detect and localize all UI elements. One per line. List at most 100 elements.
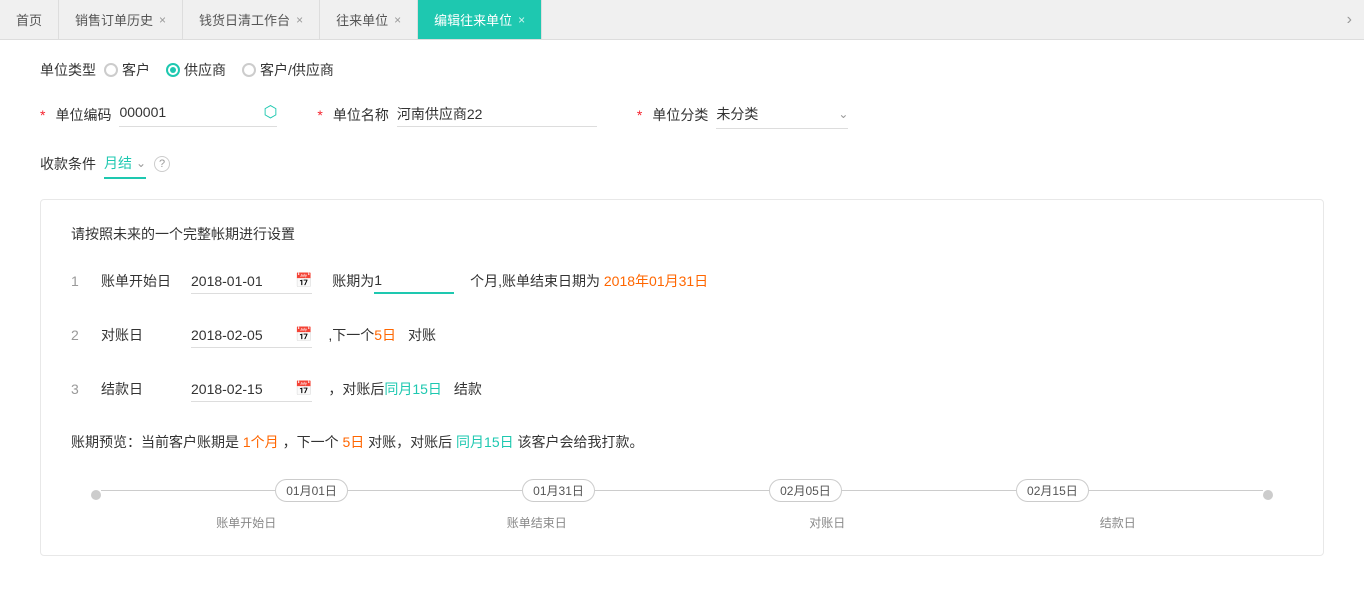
preview-part3: 同月15日 <box>456 434 514 450</box>
help-icon[interactable]: ? <box>154 156 170 172</box>
payment-terms-select[interactable]: 月结 ⌄ <box>104 149 146 179</box>
start-date-input-wrap: 📅 <box>191 268 312 294</box>
period-label-2: 对账日 <box>101 325 191 345</box>
timeline-wrap: 01月01日 01月31日 02月05日 02月15日 <box>71 479 1293 531</box>
close-sales-history-icon[interactable]: × <box>159 13 166 27</box>
timeline-seg-4 <box>842 490 1016 491</box>
unit-type-group: 单位类型 客户 供应商 客户/供应商 <box>40 60 334 80</box>
radio-supplier-circle <box>166 63 180 77</box>
reconcile-date-input[interactable] <box>191 327 291 343</box>
preview-text: 账期预览：当前客户账期是 1个月 ，下一个 5日 对账，对账后 同月15日 该客… <box>71 430 1293 455</box>
radio-supplier-label: 供应商 <box>184 60 226 80</box>
period-label-1: 账单开始日 <box>101 271 191 291</box>
start-date-cal-icon[interactable]: 📅 <box>295 272 312 289</box>
payment-day-highlight: 同月15日 <box>384 379 442 399</box>
radio-customer[interactable]: 客户 <box>104 60 150 80</box>
unit-name-label: 单位名称 <box>333 105 389 125</box>
preview-sep2: 对账，对账后 <box>368 434 452 450</box>
period-num-2: 2 <box>71 327 101 343</box>
unit-category-required: * <box>637 107 642 123</box>
timeline-end-dot <box>1263 490 1273 500</box>
unit-details-row: * 单位编码 ⬡ * 单位名称 * 单位分类 未分类 ⌄ <box>40 100 1324 129</box>
tab-partner-units[interactable]: 往来单位 × <box>320 0 418 39</box>
period-row1-suffix: 账期为 <box>324 271 374 291</box>
tab-sales-history[interactable]: 销售订单历史 × <box>59 0 183 39</box>
tab-home[interactable]: 首页 <box>0 0 59 39</box>
timeline-label-1: 账单开始日 <box>101 514 392 531</box>
tab-cash-ledger-label: 钱货日清工作台 <box>199 10 290 29</box>
start-date-input[interactable] <box>191 273 291 289</box>
preview-suffix: 该客户会给我打款。 <box>518 434 644 450</box>
payment-terms-row: 收款条件 月结 ⌄ ? <box>40 149 1324 179</box>
period-title: 请按照未来的一个完整帐期进行设置 <box>71 224 1293 244</box>
timeline-label-2: 账单结束日 <box>392 514 683 531</box>
close-partner-units-icon[interactable]: × <box>394 13 401 27</box>
unit-code-input[interactable] <box>119 104 259 120</box>
reconcile-day-highlight: 5日 <box>374 325 396 345</box>
timeline-badge-1: 01月01日 <box>275 479 348 502</box>
copy-icon[interactable]: ⬡ <box>263 102 277 122</box>
timeline-seg-5 <box>1089 490 1263 491</box>
radio-both-label: 客户/供应商 <box>260 60 334 80</box>
unit-category-value: 未分类 <box>716 104 758 124</box>
tab-edit-partner[interactable]: 编辑往来单位 × <box>418 0 542 39</box>
tab-bar: 首页 销售订单历史 × 钱货日清工作台 × 往来单位 × 编辑往来单位 × › <box>0 0 1364 40</box>
unit-category-select[interactable]: 未分类 ⌄ <box>716 100 848 129</box>
radio-supplier[interactable]: 供应商 <box>166 60 226 80</box>
unit-category-arrow-icon: ⌄ <box>838 107 848 121</box>
preview-part1: 1个月 <box>243 434 279 450</box>
close-edit-partner-icon[interactable]: × <box>518 13 525 27</box>
unit-code-label: 单位编码 <box>55 105 111 125</box>
unit-name-input[interactable] <box>397 102 597 127</box>
period-num-3: 3 <box>71 381 101 397</box>
unit-type-radio-group: 客户 供应商 客户/供应商 <box>104 60 334 80</box>
radio-both[interactable]: 客户/供应商 <box>242 60 334 80</box>
timeline-seg-1 <box>101 490 275 491</box>
months-input[interactable] <box>374 268 454 294</box>
unit-category-label: 单位分类 <box>652 105 708 125</box>
payment-date-input-wrap: 📅 <box>191 376 312 402</box>
payment-terms-group: 收款条件 月结 ⌄ ? <box>40 149 170 179</box>
timeline-badge-3: 02月05日 <box>769 479 842 502</box>
radio-both-circle <box>242 63 256 77</box>
timeline-node-2: 01月31日 <box>522 479 595 502</box>
timeline-label-4: 结款日 <box>973 514 1264 531</box>
timeline-node-1: 01月01日 <box>275 479 348 502</box>
period-settings-box: 请按照未来的一个完整帐期进行设置 1 账单开始日 📅 账期为 个月,账单结束日期… <box>40 199 1324 556</box>
page-content: 单位类型 客户 供应商 客户/供应商 * 单位编码 <box>0 40 1364 608</box>
tab-edit-partner-label: 编辑往来单位 <box>434 10 512 29</box>
period-row2-suffix: 对账 <box>408 325 436 345</box>
period-num-1: 1 <box>71 273 101 289</box>
timeline-node-3: 02月05日 <box>769 479 842 502</box>
unit-code-input-wrap: ⬡ <box>119 102 277 127</box>
tab-sales-history-label: 销售订单历史 <box>75 10 153 29</box>
end-date-highlight: 2018年01月31日 <box>604 271 708 291</box>
period-row-2: 2 对账日 📅 ,下一个 5日 对账 <box>71 322 1293 348</box>
tab-home-label: 首页 <box>16 10 42 29</box>
close-cash-ledger-icon[interactable]: × <box>296 13 303 27</box>
tab-cash-ledger[interactable]: 钱货日清工作台 × <box>183 0 320 39</box>
unit-type-row: 单位类型 客户 供应商 客户/供应商 <box>40 60 1324 80</box>
unit-name-required: * <box>317 107 322 123</box>
reconcile-date-cal-icon[interactable]: 📅 <box>295 326 312 343</box>
timeline-seg-3 <box>595 490 769 491</box>
payment-date-input[interactable] <box>191 381 291 397</box>
preview-part2: 5日 <box>342 434 364 450</box>
period-row-3: 3 结款日 📅 ，对账后 同月15日 结款 <box>71 376 1293 402</box>
payment-date-cal-icon[interactable]: 📅 <box>295 380 312 397</box>
payment-terms-label: 收款条件 <box>40 154 96 174</box>
unit-code-group: * 单位编码 ⬡ <box>40 102 277 127</box>
radio-customer-label: 客户 <box>122 60 150 80</box>
timeline-badge-4: 02月15日 <box>1016 479 1089 502</box>
timeline-badge-2: 01月31日 <box>522 479 595 502</box>
period-row3-suffix: 结款 <box>454 379 482 399</box>
tab-overflow-arrow[interactable]: › <box>1335 0 1364 39</box>
tab-partner-units-label: 往来单位 <box>336 10 388 29</box>
payment-terms-arrow-icon: ⌄ <box>136 156 146 170</box>
unit-code-required: * <box>40 107 45 123</box>
period-row-1: 1 账单开始日 📅 账期为 个月,账单结束日期为 2018年01月31日 <box>71 268 1293 294</box>
months-unit: 个月,账单结束日期为 <box>466 271 604 291</box>
payment-terms-value: 月结 <box>104 153 132 173</box>
period-row3-prefix: ，对账后 <box>324 379 384 399</box>
preview-sep1: ，下一个 <box>283 434 339 450</box>
